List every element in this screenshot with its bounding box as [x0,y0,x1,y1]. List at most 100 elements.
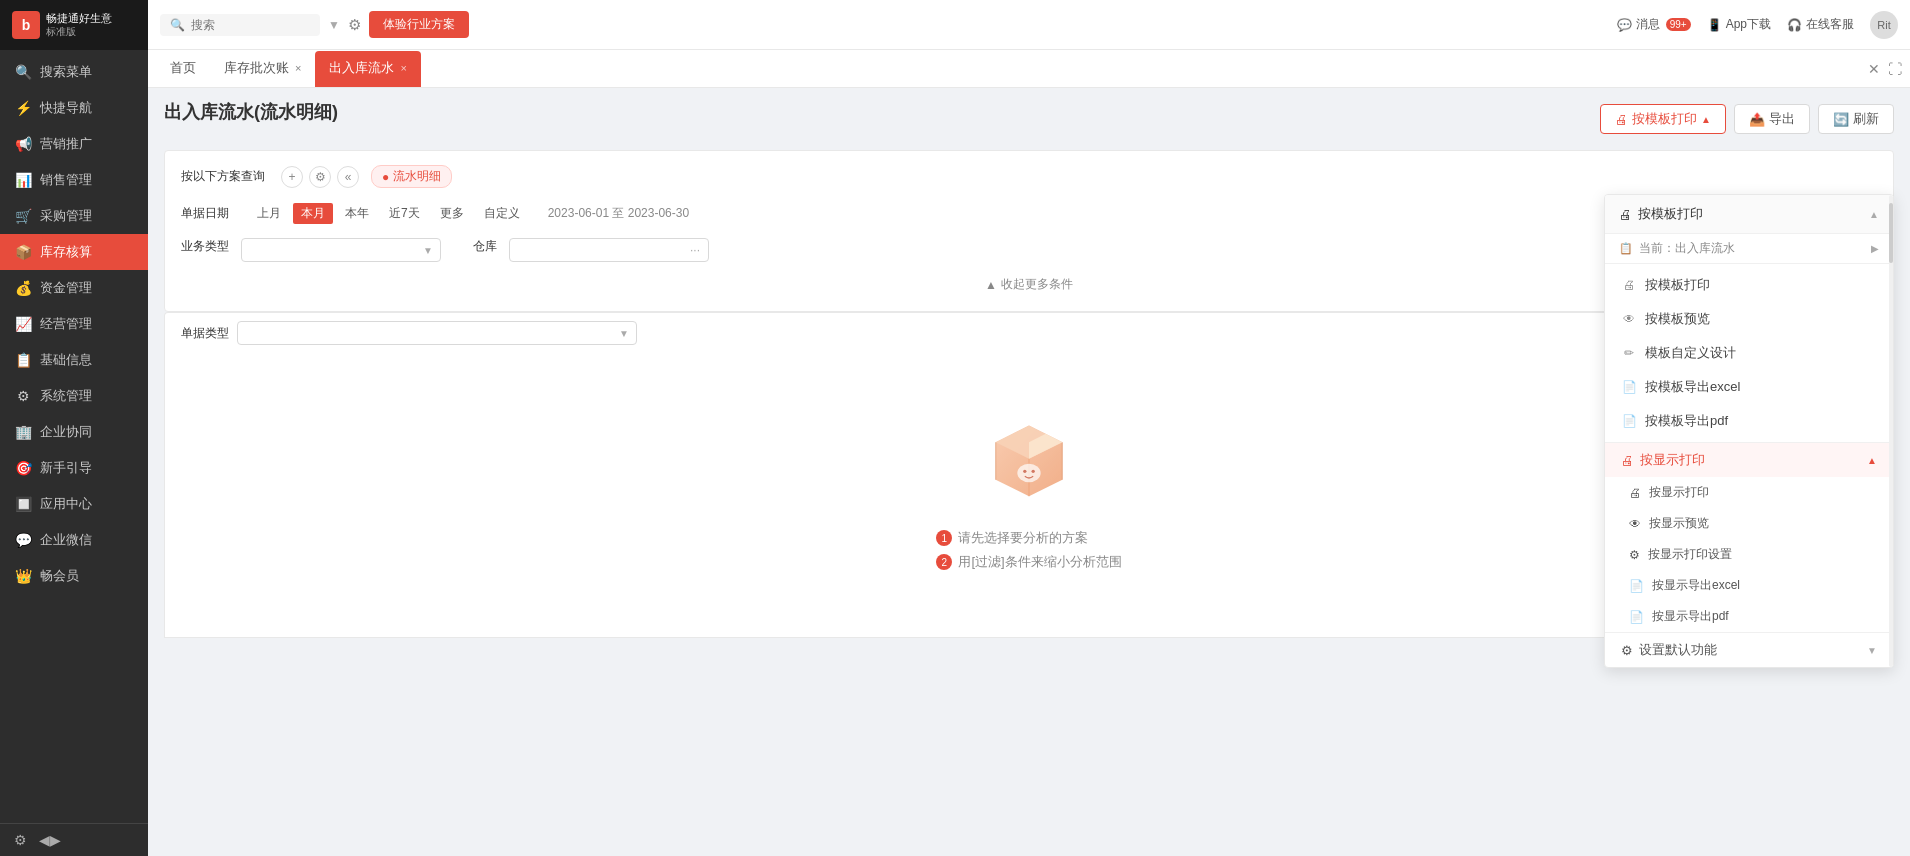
filter-collapse-btn[interactable]: « [337,166,359,188]
biz-type-select[interactable] [241,238,441,262]
dropdown-display-print[interactable]: 🖨 按显示打印 [1605,477,1893,508]
display-section-header[interactable]: 🖨 按显示打印 ▲ [1605,443,1893,477]
tab-close-all-icon[interactable]: ✕ [1868,61,1880,77]
topbar-app-download[interactable]: 📱 App下载 [1707,16,1771,33]
dropdown-collapse-icon[interactable]: ▲ [1869,209,1879,220]
sidebar-collapse-icon[interactable]: ◀▶ [39,832,61,848]
topbar-search-input[interactable] [191,18,291,32]
dropdown-footer[interactable]: ⚙ 设置默认功能 ▼ [1605,632,1893,667]
dropdown-scrollbar[interactable] [1889,195,1893,667]
sidebar-item-quicknav[interactable]: ⚡ 快捷导航 [0,90,148,126]
page-toolbar: 🖨 按模板打印 ▲ 📤 导出 🔄 刷新 [1600,104,1894,134]
sidebar-item-apps[interactable]: 🔲 应用中心 [0,486,148,522]
inventory-icon: 📦 [14,244,32,260]
doc-type-label: 单据类型 [181,325,229,342]
date-tab-prev-month[interactable]: 上月 [249,203,289,224]
dropdown-header: 🖨 按模板打印 ▲ [1605,195,1893,234]
basic-icon: 📋 [14,352,32,368]
topbar-gear-icon[interactable]: ⚙ [348,16,361,34]
guide-icon: 🎯 [14,460,32,476]
refresh-btn[interactable]: 🔄 刷新 [1818,104,1894,134]
topbar-msg[interactable]: 💬 消息 99+ [1617,16,1691,33]
sidebar-item-enterprise[interactable]: 🏢 企业协同 [0,414,148,450]
print-expand-icon[interactable]: ▲ [1701,114,1711,125]
tab-expand-icon[interactable]: ⛶ [1888,61,1902,77]
biz-type-label: 业务类型 [181,238,229,255]
display-collapse-icon[interactable]: ▲ [1867,455,1877,466]
dropdown-item-template-pdf[interactable]: 📄 按模板导出pdf [1605,404,1893,438]
app-name: 畅捷通好生意 [46,11,112,25]
date-label: 单据日期 [181,205,229,222]
warehouse-label: 仓库 [473,238,497,255]
apps-icon: 🔲 [14,496,32,512]
tab-flow[interactable]: 出入库流水 × [315,51,420,87]
sidebar-item-basic[interactable]: 📋 基础信息 [0,342,148,378]
filter-add-btn[interactable]: + [281,166,303,188]
display-print-icon: 🖨 [1629,486,1641,500]
footer-expand-icon[interactable]: ▼ [1867,645,1877,656]
filter-tag-icon: ● [382,170,389,184]
dropdown-display-settings[interactable]: ⚙ 按显示打印设置 [1605,539,1893,570]
tab-flow-close[interactable]: × [400,62,406,74]
filter-scheme-label: 按以下方案查询 [181,168,265,185]
sidebar-item-finance[interactable]: 💰 资金管理 [0,270,148,306]
doc-type-select[interactable] [237,321,637,345]
tab-batch-close[interactable]: × [295,62,301,74]
dropdown-display-pdf[interactable]: 📄 按显示导出pdf [1605,601,1893,632]
sidebar-bottom: ⚙ ◀▶ [0,823,148,856]
display-settings-icon: ⚙ [1629,548,1640,562]
sidebar-item-guide[interactable]: 🎯 新手引导 [0,450,148,486]
date-tab-cur-month[interactable]: 本月 [293,203,333,224]
user-avatar[interactable]: Rit [1870,11,1898,39]
template-preview-icon: 👁 [1621,312,1637,326]
dropdown-item-template-excel[interactable]: 📄 按模板导出excel [1605,370,1893,404]
industry-btn[interactable]: 体验行业方案 [369,11,469,38]
sidebar-item-purchase[interactable]: 🛒 采购管理 [0,198,148,234]
topbar-dropdown-icon[interactable]: ▼ [328,18,340,32]
warehouse-field[interactable]: ··· [509,238,709,262]
sidebar-item-wechat[interactable]: 💬 企业微信 [0,522,148,558]
sidebar: b 畅捷通好生意 标准版 🔍 搜索菜单 ⚡ 快捷导航 📢 营销推广 📊 销售管理… [0,0,148,856]
date-range: 2023-06-01 至 2023-06-30 [548,205,689,222]
dropdown-display-excel[interactable]: 📄 按显示导出excel [1605,570,1893,601]
message-icon: 💬 [1617,18,1632,32]
date-tab-custom[interactable]: 自定义 [476,203,528,224]
empty-tip-2: 2 用[过滤]条件来缩小分析范围 [936,553,1121,571]
dropdown-item-template-print[interactable]: 🖨 按模板打印 [1605,268,1893,302]
template-print-icon: 🖨 [1621,278,1637,292]
msg-badge: 99+ [1666,18,1691,31]
sidebar-item-marketing[interactable]: 📢 营销推广 [0,126,148,162]
dropdown-display-preview[interactable]: 👁 按显示预览 [1605,508,1893,539]
sidebar-item-sales[interactable]: 📊 销售管理 [0,162,148,198]
sidebar-item-search[interactable]: 🔍 搜索菜单 [0,54,148,90]
dropdown-item-template-custom[interactable]: ✏ 模板自定义设计 [1605,336,1893,370]
warehouse-more-icon[interactable]: ··· [690,243,700,257]
export-btn[interactable]: 📤 导出 [1734,104,1810,134]
filter-settings-btn[interactable]: ⚙ [309,166,331,188]
filter-row-1: 按以下方案查询 + ⚙ « ● 流水明细 [181,165,1877,188]
current-expand-icon[interactable]: ▶ [1871,243,1879,254]
topbar: 🔍 ▼ ⚙ 体验行业方案 💬 消息 99+ 📱 App下载 🎧 在线客服 Rit [148,0,1910,50]
scrollbar-thumb[interactable] [1889,203,1893,263]
tab-batch[interactable]: 库存批次账 × [210,51,315,87]
sidebar-item-system[interactable]: ⚙ 系统管理 [0,378,148,414]
sidebar-item-operations[interactable]: 📈 经营管理 [0,306,148,342]
dropdown-item-template-preview[interactable]: 👁 按模板预览 [1605,302,1893,336]
template-print-btn[interactable]: 🖨 按模板打印 ▲ [1600,104,1726,134]
dropdown-panel: 🖨 按模板打印 ▲ 📋 当前：出入库流水 ▶ 🖨 按模板打印 [1604,194,1894,668]
svg-point-5 [1017,464,1040,482]
date-tab-7days[interactable]: 近7天 [381,203,428,224]
template-pdf-icon: 📄 [1621,414,1637,428]
sidebar-item-inventory[interactable]: 📦 库存核算 [0,234,148,270]
date-tabs: 上月 本月 本年 近7天 更多 自定义 [249,203,528,224]
active-filter-tag[interactable]: ● 流水明细 [371,165,452,188]
dropdown-display-section: 🖨 按显示打印 ▲ 🖨 按显示打印 👁 按显示预览 ⚙ 按显示打印设置 [1605,442,1893,632]
tab-home[interactable]: 首页 [156,51,210,87]
date-tab-cur-year[interactable]: 本年 [337,203,377,224]
svg-point-7 [1032,470,1035,473]
member-icon: 👑 [14,568,32,584]
topbar-online-service[interactable]: 🎧 在线客服 [1787,16,1854,33]
date-tab-more[interactable]: 更多 [432,203,472,224]
sidebar-item-member[interactable]: 👑 畅会员 [0,558,148,594]
sidebar-settings-icon[interactable]: ⚙ [14,832,27,848]
